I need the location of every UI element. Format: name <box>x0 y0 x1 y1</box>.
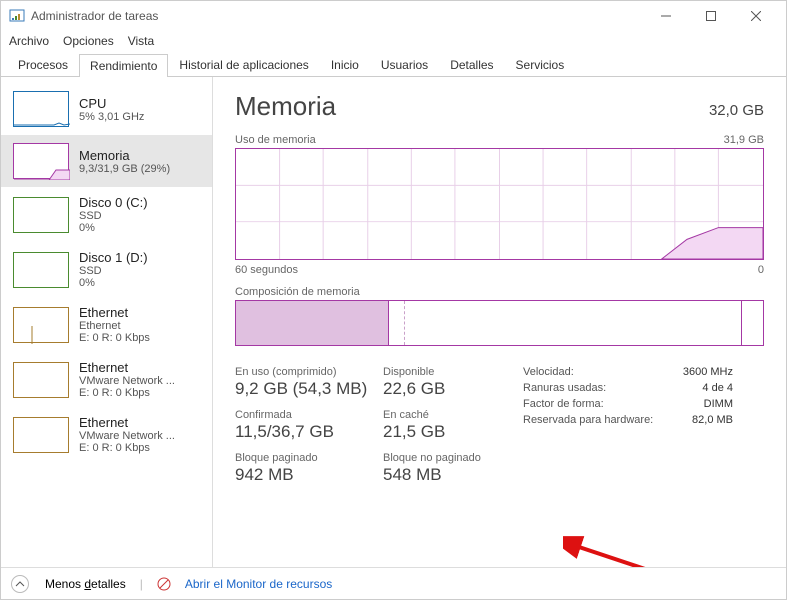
sidebar-item-label: CPU <box>79 96 200 111</box>
footer-bar: Menos detalles | Abrir el Monitor de rec… <box>1 567 786 599</box>
chart-axis-left: 60 segundos <box>235 264 298 276</box>
stat-value-slots: 4 de 4 <box>702 382 733 394</box>
stat-label: Velocidad: <box>523 366 574 378</box>
annotation-arrow-icon <box>563 535 703 567</box>
task-manager-window: Administrador de tareas Archivo Opciones… <box>0 0 787 600</box>
stats-block: En uso (comprimido)9,2 GB (54,3 MB) Disp… <box>235 366 764 485</box>
tabbar: Procesos Rendimiento Historial de aplica… <box>1 53 786 77</box>
stat-label: Bloque no paginado <box>383 452 503 464</box>
composition-label: Composición de memoria <box>235 286 764 298</box>
stat-label: Factor de forma: <box>523 398 604 410</box>
sidebar-item-eth0[interactable]: Ethernet Ethernet E: 0 R: 0 Kbps <box>1 297 212 352</box>
menu-view[interactable]: Vista <box>128 34 154 48</box>
ethernet-thumb-icon <box>13 307 69 343</box>
sidebar-item-label: Ethernet <box>79 415 200 430</box>
ethernet-thumb-icon <box>13 362 69 398</box>
comp-modified <box>389 301 405 345</box>
sidebar-item-memory[interactable]: Memoria 9,3/31,9 GB (29%) <box>1 135 212 187</box>
comp-free <box>742 301 763 345</box>
fewer-details-link[interactable]: Menos detalles <box>45 577 126 591</box>
stat-value-committed: 11,5/36,7 GB <box>235 422 383 442</box>
chevron-up-icon[interactable] <box>11 575 29 593</box>
tab-apphistory[interactable]: Historial de aplicaciones <box>168 53 319 76</box>
sidebar-item-label: Ethernet <box>79 360 200 375</box>
stat-value-speed: 3600 MHz <box>683 366 733 378</box>
sidebar-item-cpu[interactable]: CPU 5% 3,01 GHz <box>1 83 212 135</box>
performance-sidebar[interactable]: CPU 5% 3,01 GHz Memoria 9,3/31,9 GB (29%… <box>1 77 213 567</box>
main-panel: Memoria 32,0 GB Uso de memoria 31,9 GB 6… <box>213 77 786 567</box>
chart-grid <box>236 149 763 259</box>
stat-value-available: 22,6 GB <box>383 379 503 399</box>
stat-value-form: DIMM <box>704 398 733 410</box>
tab-performance[interactable]: Rendimiento <box>79 54 168 77</box>
comp-standby <box>405 301 742 345</box>
tab-details[interactable]: Detalles <box>439 53 504 76</box>
tab-startup[interactable]: Inicio <box>320 53 370 76</box>
page-title: Memoria <box>235 91 336 122</box>
stat-value-reserved: 82,0 MB <box>692 414 733 426</box>
ethernet-thumb-icon <box>13 417 69 453</box>
sidebar-item-disk1[interactable]: Disco 1 (D:) SSD 0% <box>1 242 212 297</box>
sidebar-item-label: Disco 0 (C:) <box>79 195 200 210</box>
open-resmon-link[interactable]: Abrir el Monitor de recursos <box>185 577 332 591</box>
close-button[interactable] <box>733 1 778 31</box>
sidebar-item-disk0[interactable]: Disco 0 (C:) SSD 0% <box>1 187 212 242</box>
sidebar-item-label: Memoria <box>79 148 200 163</box>
stat-value-inuse: 9,2 GB (54,3 MB) <box>235 379 383 399</box>
content-area: CPU 5% 3,01 GHz Memoria 9,3/31,9 GB (29%… <box>1 77 786 567</box>
sidebar-item-eth2[interactable]: Ethernet VMware Network ... E: 0 R: 0 Kb… <box>1 407 212 462</box>
sidebar-item-label: Disco 1 (D:) <box>79 250 200 265</box>
menu-options[interactable]: Opciones <box>63 34 114 48</box>
stat-label: Disponible <box>383 366 503 378</box>
chart-label: Uso de memoria <box>235 134 316 146</box>
minimize-button[interactable] <box>643 1 688 31</box>
titlebar[interactable]: Administrador de tareas <box>1 1 786 31</box>
memory-composition-bar[interactable] <box>235 300 764 346</box>
tab-processes[interactable]: Procesos <box>7 53 79 76</box>
chart-axis-right: 0 <box>758 264 764 276</box>
disk-thumb-icon <box>13 252 69 288</box>
cpu-thumb-icon <box>13 91 69 127</box>
memory-capacity: 32,0 GB <box>709 102 764 119</box>
taskmgr-icon <box>9 8 25 24</box>
sidebar-item-label: Ethernet <box>79 305 200 320</box>
maximize-button[interactable] <box>688 1 733 31</box>
memory-thumb-icon <box>13 143 69 179</box>
sidebar-item-eth1[interactable]: Ethernet VMware Network ... E: 0 R: 0 Kb… <box>1 352 212 407</box>
comp-inuse <box>236 301 389 345</box>
window-title: Administrador de tareas <box>31 9 643 23</box>
disk-thumb-icon <box>13 197 69 233</box>
stat-label: En uso (comprimido) <box>235 366 383 378</box>
stat-value-nonpaged: 548 MB <box>383 465 503 485</box>
tab-users[interactable]: Usuarios <box>370 53 439 76</box>
memory-usage-chart[interactable] <box>235 148 764 260</box>
stat-label: Ranuras usadas: <box>523 382 606 394</box>
stat-label: Bloque paginado <box>235 452 383 464</box>
stat-value-cached: 21,5 GB <box>383 422 503 442</box>
stat-label: Reservada para hardware: <box>523 414 653 426</box>
resmon-icon <box>157 577 171 591</box>
stat-value-paged: 942 MB <box>235 465 383 485</box>
stat-label: En caché <box>383 409 503 421</box>
chart-max: 31,9 GB <box>724 134 764 146</box>
stat-label: Confirmada <box>235 409 383 421</box>
menubar: Archivo Opciones Vista <box>1 31 786 51</box>
tab-services[interactable]: Servicios <box>505 53 576 76</box>
menu-file[interactable]: Archivo <box>9 34 49 48</box>
